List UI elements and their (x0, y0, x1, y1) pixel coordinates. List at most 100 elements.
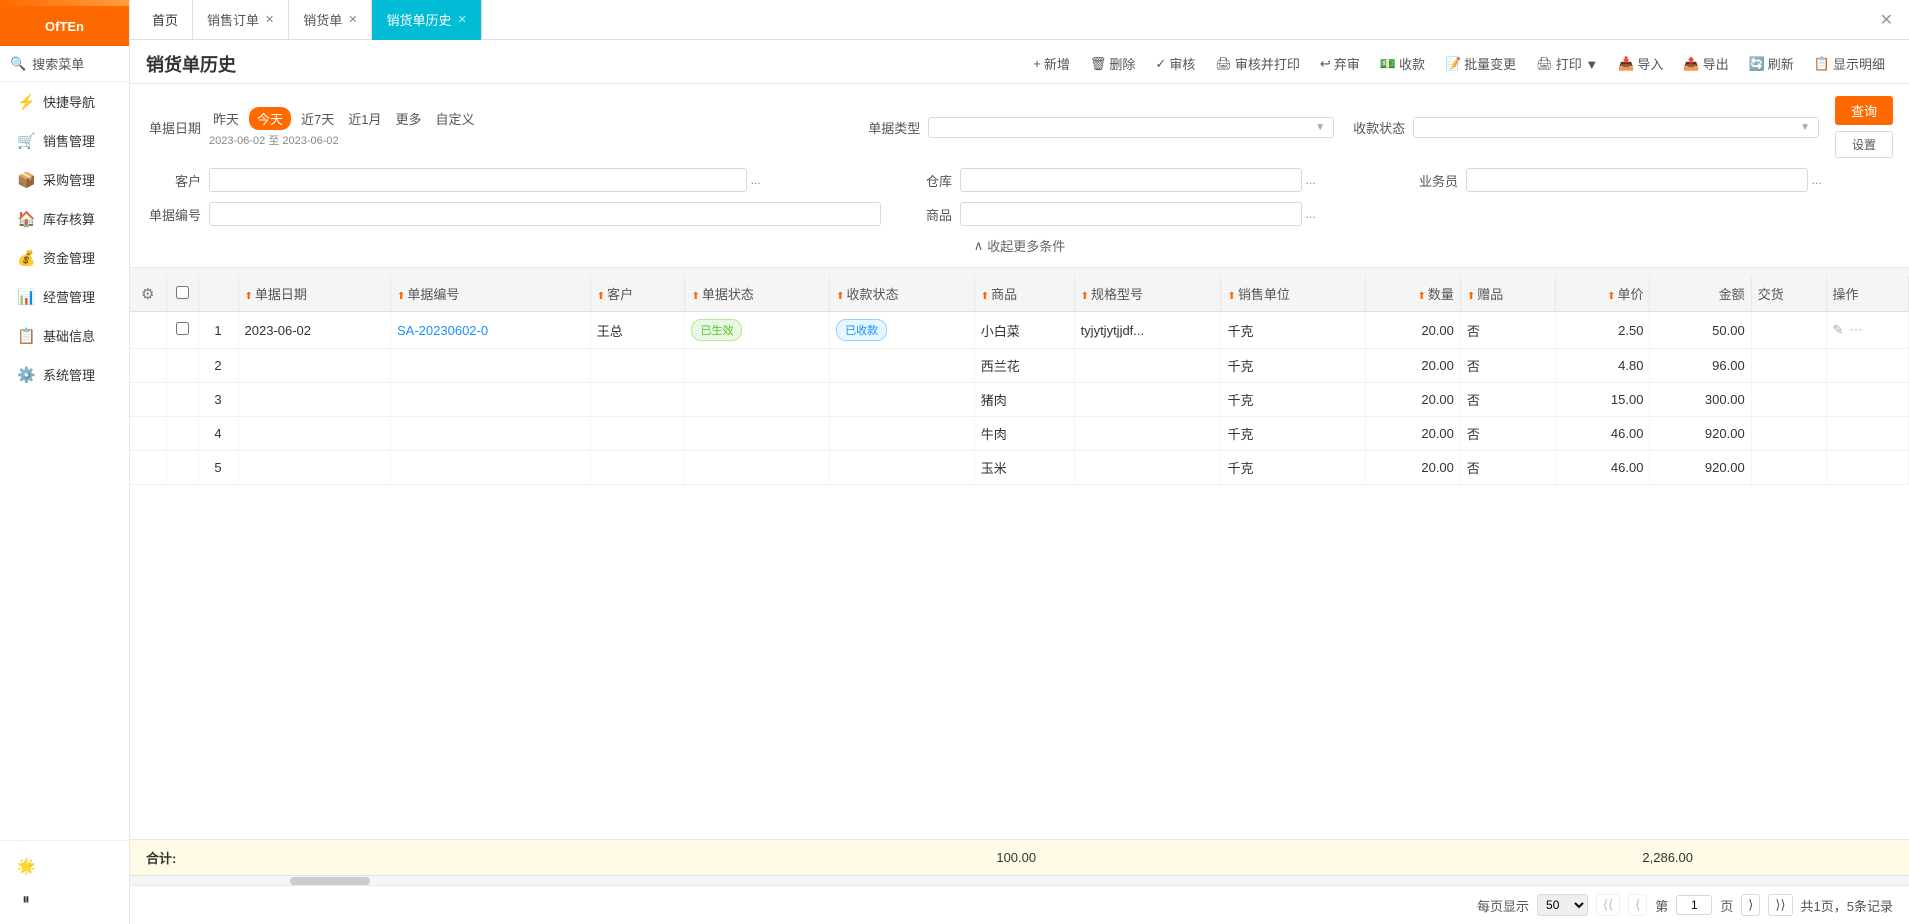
add-button[interactable]: +新增 (1025, 50, 1078, 77)
page-label: 第 (1655, 896, 1668, 915)
collapse-filter-btn[interactable]: ∧ 收起更多条件 (146, 236, 1893, 255)
date-shortcut-custom[interactable]: 自定义 (432, 107, 479, 130)
staff-picker-btn[interactable]: ... (1808, 173, 1826, 187)
filter-customer-label: 客户 (146, 171, 201, 190)
prev-page-btn[interactable]: ⟨ (1628, 894, 1647, 916)
row-checkbox-cell (166, 383, 198, 417)
sidebar-item-operations[interactable]: 📊经营管理 (0, 277, 129, 316)
tab-close-sales-order[interactable]: ✕ (265, 13, 274, 26)
th-docno[interactable]: ⬆单据编号 (391, 276, 591, 312)
horizontal-scrollbar[interactable] (130, 875, 1909, 885)
audit-print-label: 审核并打印 (1235, 54, 1300, 73)
filter-warehouse-control: ... (960, 168, 1387, 192)
first-page-btn[interactable]: ⟨⟨ (1596, 894, 1620, 916)
row-spec-cell (1074, 349, 1221, 383)
filter-collect-label: 收款状态 (1350, 118, 1405, 137)
date-shortcut-today[interactable]: 今天 (249, 107, 291, 130)
next-page-btn[interactable]: ⟩ (1741, 894, 1760, 916)
audit-button[interactable]: ✓审核 (1147, 50, 1203, 77)
purchase-mgmt-icon: 📦 (17, 171, 35, 189)
goods-input[interactable] (960, 202, 1302, 226)
tab-sales-delivery[interactable]: 销货单✕ (289, 0, 372, 40)
select-all-checkbox[interactable] (176, 286, 189, 299)
th-goods[interactable]: ⬆商品 (974, 276, 1074, 312)
filter-panel: 单据日期 昨天今天近7天近1月更多自定义 2023-06-02 至 2023-0… (130, 84, 1909, 268)
th-date[interactable]: ⬆单据日期 (238, 276, 391, 312)
sidebar-item-basic-info[interactable]: 📋基础信息 (0, 316, 129, 355)
sidebar-settings-icon[interactable]: 🌟 (0, 849, 129, 883)
summary-bar: 合计: 100.00 2,286.00 (130, 839, 1909, 875)
show-detail-button[interactable]: 📋显示明细 (1806, 50, 1893, 77)
discard-icon: ↩ (1320, 56, 1331, 72)
tab-home[interactable]: 首页 (138, 0, 193, 40)
row-checkbox-cell (166, 312, 198, 349)
th-spec[interactable]: ⬆规格型号 (1074, 276, 1221, 312)
sidebar-item-finance[interactable]: 💰资金管理 (0, 238, 129, 277)
row-checkbox[interactable] (176, 322, 189, 335)
date-shortcut-more[interactable]: 更多 (392, 107, 426, 130)
customer-input[interactable] (209, 168, 747, 192)
date-shortcut-yesterday[interactable]: 昨天 (209, 107, 243, 130)
filter-settings-button[interactable]: 设置 (1835, 131, 1893, 158)
sidebar-item-sales-mgmt[interactable]: 🛒销售管理 (0, 121, 129, 160)
export-button[interactable]: 📤导出 (1675, 50, 1736, 77)
settings-gear-icon[interactable]: ⚙ (141, 286, 154, 303)
tab-sales-history[interactable]: 销货单历史✕ (372, 0, 481, 40)
th-settings[interactable]: ⚙ (130, 276, 166, 312)
customer-picker-btn[interactable]: ... (747, 173, 765, 187)
warehouse-input[interactable] (960, 168, 1302, 192)
scroll-thumb[interactable] (290, 877, 370, 885)
filter-row-1: 单据日期 昨天今天近7天近1月更多自定义 2023-06-02 至 2023-0… (146, 96, 1893, 158)
th-collectstatus[interactable]: ⬆收款状态 (830, 276, 975, 312)
sidebar-item-system[interactable]: ⚙️系统管理 (0, 355, 129, 394)
th-qty[interactable]: ⬆数量 (1366, 276, 1461, 312)
goods-picker-btn[interactable]: ... (1302, 207, 1320, 221)
doc-no-link[interactable]: SA-20230602-0 (397, 323, 488, 338)
th-docstatus[interactable]: ⬆单据状态 (685, 276, 830, 312)
date-shortcut-month[interactable]: 近1月 (344, 107, 385, 130)
close-window-btn[interactable]: ✕ (1872, 10, 1901, 30)
delete-button[interactable]: 🗑删除 (1082, 50, 1144, 77)
th-price[interactable]: ⬆单价 (1555, 276, 1650, 312)
last-page-btn[interactable]: ⟩⟩ (1768, 894, 1792, 916)
summary-label: 合计: (146, 848, 176, 867)
main-area: 首页销售订单✕销货单✕销货单历史✕ ✕ 销货单历史 +新增🗑删除✓审核🖨审核并打… (130, 0, 1909, 924)
sidebar-item-purchase-mgmt[interactable]: 📦采购管理 (0, 160, 129, 199)
row-spec-cell (1074, 451, 1221, 485)
audit-print-button[interactable]: 🖨审核并打印 (1207, 50, 1308, 77)
filter-customer-control: ... (209, 168, 881, 192)
discard-button[interactable]: ↩弃审 (1312, 50, 1368, 77)
tab-sales-order[interactable]: 销售订单✕ (193, 0, 289, 40)
per-page-select[interactable]: 50 100 200 (1537, 894, 1588, 916)
sidebar-pause-icon[interactable]: ⏸ (0, 883, 129, 916)
collect-button[interactable]: 💵收款 (1372, 50, 1433, 77)
sidebar-item-inventory[interactable]: 🏠库存核算 (0, 199, 129, 238)
th-unit[interactable]: ⬆销售单位 (1221, 276, 1366, 312)
import-button[interactable]: 📥导入 (1610, 50, 1671, 77)
print-button[interactable]: 🖨打印 ▼ (1528, 50, 1606, 77)
page-input[interactable] (1676, 895, 1712, 915)
row-checkbox-cell (166, 349, 198, 383)
more-action-icon[interactable]: ⋯ (1849, 322, 1862, 338)
th-amount: 金额 (1650, 276, 1751, 312)
edit-icon[interactable]: ✎ (1833, 322, 1844, 338)
warehouse-picker-btn[interactable]: ... (1302, 173, 1320, 187)
th-gift[interactable]: ⬆赠品 (1460, 276, 1555, 312)
tab-close-sales-history[interactable]: ✕ (458, 13, 467, 26)
row-settings-cell (130, 417, 166, 451)
doctype-select[interactable]: ▼ (928, 117, 1334, 138)
collect-select[interactable]: ▼ (1413, 117, 1819, 138)
docno-input[interactable] (209, 202, 881, 226)
refresh-button[interactable]: 🔄刷新 (1741, 50, 1802, 77)
tab-close-sales-delivery[interactable]: ✕ (348, 13, 357, 26)
batch-change-button[interactable]: 📝批量变更 (1437, 50, 1524, 77)
staff-input[interactable] (1466, 168, 1808, 192)
sidebar-item-quick-nav[interactable]: ⚡快捷导航 (0, 82, 129, 121)
sidebar-search[interactable]: 🔍 搜索菜单 (0, 46, 129, 82)
row-settings-cell (130, 312, 166, 349)
query-button[interactable]: 查询 (1835, 96, 1893, 125)
per-page-label: 每页显示 (1477, 896, 1529, 915)
row-amount-cell: 50.00 (1650, 312, 1751, 349)
th-customer[interactable]: ⬆客户 (590, 276, 685, 312)
date-shortcut-week[interactable]: 近7天 (297, 107, 338, 130)
